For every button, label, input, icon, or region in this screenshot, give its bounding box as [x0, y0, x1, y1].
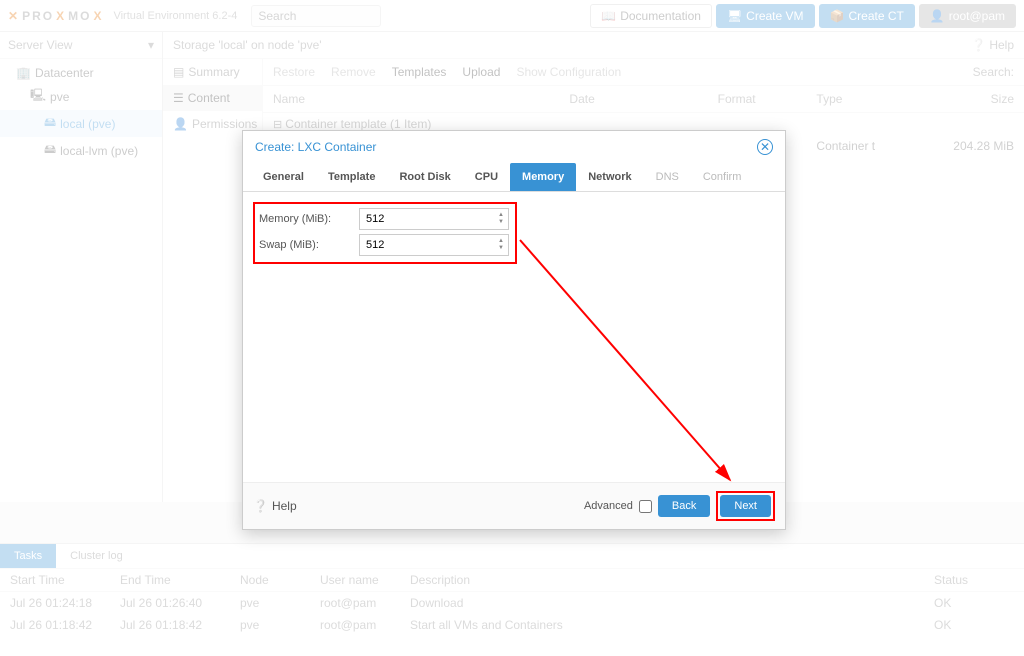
modal-title: Create: LXC Container [255, 140, 376, 154]
swap-step-up[interactable]: ▲ [496, 238, 506, 245]
memory-input[interactable] [359, 208, 509, 230]
tab-confirm: Confirm [691, 163, 754, 191]
tab-cpu[interactable]: CPU [463, 163, 510, 191]
memory-label: Memory (MiB): [259, 213, 359, 225]
help-icon: ❔ [253, 499, 268, 513]
close-icon: ✕ [760, 140, 770, 154]
memory-step-down[interactable]: ▼ [496, 219, 506, 226]
next-button[interactable]: Next [720, 495, 771, 517]
memory-step-up[interactable]: ▲ [496, 212, 506, 219]
tab-template[interactable]: Template [316, 163, 387, 191]
annotation-highlight-next: Next [716, 491, 775, 521]
create-ct-wizard: Create: LXC Container ✕ General Template… [242, 130, 786, 530]
tab-dns: DNS [644, 163, 691, 191]
advanced-checkbox[interactable] [639, 500, 652, 513]
swap-label: Swap (MiB): [259, 239, 359, 251]
wizard-tabs: General Template Root Disk CPU Memory Ne… [243, 163, 785, 192]
wizard-help-link[interactable]: ❔Help [253, 499, 297, 513]
swap-input[interactable] [359, 234, 509, 256]
close-button[interactable]: ✕ [757, 139, 773, 155]
tab-root-disk[interactable]: Root Disk [387, 163, 462, 191]
swap-step-down[interactable]: ▼ [496, 245, 506, 252]
tab-memory[interactable]: Memory [510, 163, 576, 191]
tab-general[interactable]: General [251, 163, 316, 191]
annotation-highlight-form: Memory (MiB): ▲▼ Swap (MiB): ▲▼ [253, 202, 517, 264]
back-button[interactable]: Back [658, 495, 710, 517]
advanced-label: Advanced [584, 500, 633, 512]
tab-network[interactable]: Network [576, 163, 643, 191]
